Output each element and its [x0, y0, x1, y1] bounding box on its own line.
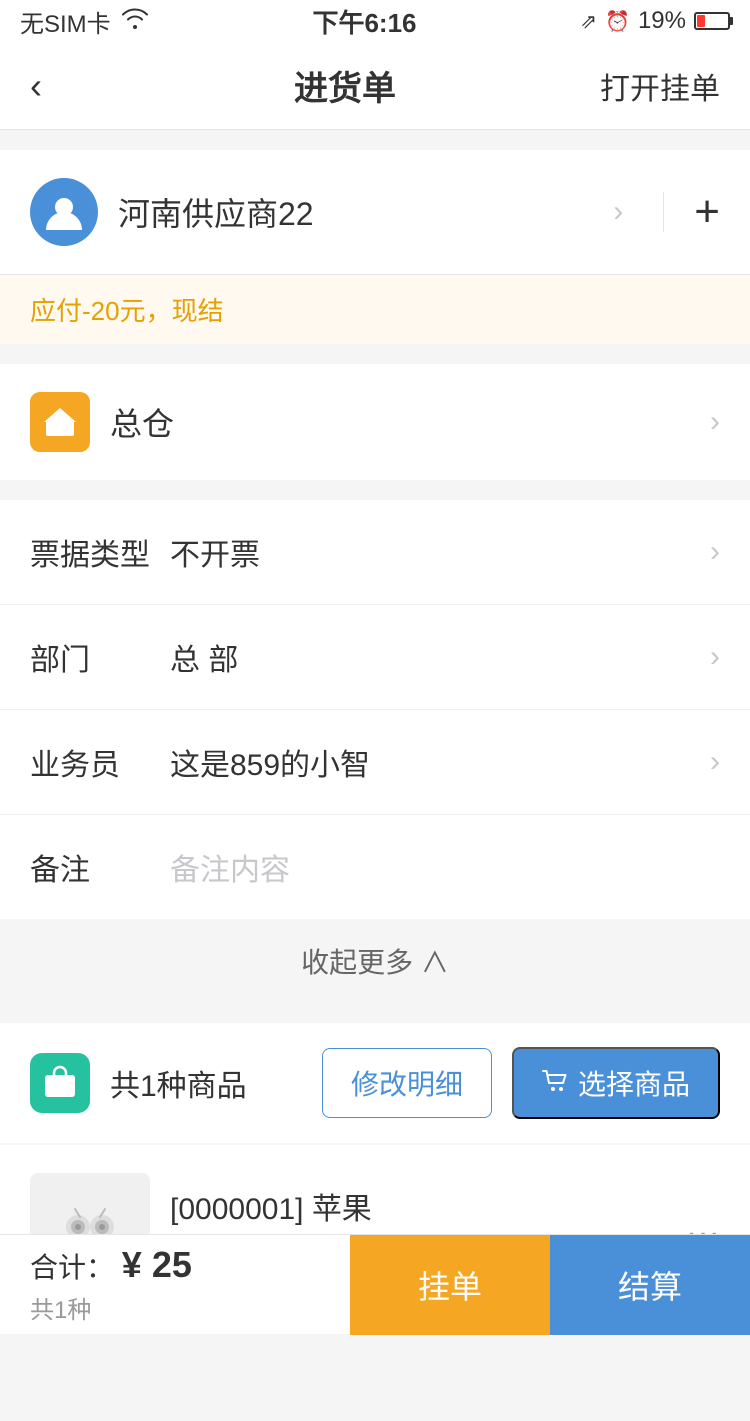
product-title: 苹果: [312, 1193, 372, 1226]
back-button[interactable]: ‹: [30, 65, 90, 107]
total-line: 合计： ¥ 25: [30, 1244, 320, 1286]
products-header: 共1种商品 修改明细 选择商品: [0, 1023, 750, 1143]
open-hang-button[interactable]: 打开挂单: [600, 64, 720, 108]
product-name: [0000001] 苹果: [170, 1184, 666, 1228]
checkout-label: 结算: [618, 1262, 682, 1308]
supplier-arrow-icon: [613, 195, 623, 229]
warehouse-icon: [30, 392, 90, 452]
products-icon: [30, 1053, 90, 1113]
products-count: 共1种商品: [110, 1061, 302, 1105]
department-arrow-icon: [710, 640, 720, 674]
remark-input[interactable]: 备注内容: [170, 845, 720, 889]
edit-details-button[interactable]: 修改明细: [322, 1048, 492, 1118]
bottom-bar: 合计： ¥ 25 共1种 挂单 结算: [0, 1234, 750, 1334]
bottom-total: 合计： ¥ 25 共1种: [0, 1244, 350, 1325]
supplier-section: 河南供应商22 + 应付-20元，现结: [0, 150, 750, 344]
supplier-add-button[interactable]: +: [694, 190, 720, 234]
salesperson-label: 业务员: [30, 740, 170, 784]
remark-label: 备注: [30, 845, 170, 889]
salesperson-value: 这是859的小智: [170, 740, 700, 784]
collapse-bar[interactable]: 收起更多 ∧: [0, 919, 750, 1003]
warehouse-section[interactable]: 总仓: [0, 364, 750, 480]
department-label: 部门: [30, 635, 170, 679]
form-section: 票据类型 不开票 部门 总 部 业务员 这是859的小智 备注 备注内容: [0, 500, 750, 919]
divider-1: [0, 130, 750, 150]
status-time: 下午6:16: [312, 3, 416, 40]
select-cart-icon: [542, 1067, 570, 1099]
battery-icon: [694, 12, 730, 30]
invoice-type-arrow-icon: [710, 535, 720, 569]
select-products-button[interactable]: 选择商品: [512, 1047, 720, 1119]
bottom-space: [0, 1321, 750, 1421]
product-code: [0000001]: [170, 1193, 303, 1226]
invoice-type-value: 不开票: [170, 530, 700, 574]
warning-bar: 应付-20元，现结: [0, 275, 750, 344]
total-amount: ¥ 25: [122, 1244, 192, 1285]
warehouse-row[interactable]: 总仓: [0, 364, 750, 480]
invoice-type-row[interactable]: 票据类型 不开票: [0, 500, 750, 605]
battery-percent: 19%: [638, 7, 686, 35]
warehouse-arrow-icon: [710, 405, 720, 439]
warehouse-name: 总仓: [110, 399, 710, 445]
department-value: 总 部: [170, 635, 700, 679]
alarm-icon: ⏰: [605, 9, 630, 34]
status-left: 无SIM卡: [20, 4, 149, 39]
checkout-button[interactable]: 结算: [550, 1235, 750, 1335]
select-products-label: 选择商品: [578, 1063, 690, 1103]
nav-bar: ‹ 进货单 打开挂单: [0, 42, 750, 130]
status-bar: 无SIM卡 下午6:16 ⇗ ⏰ 19%: [0, 0, 750, 42]
collapse-text: 收起更多 ∧: [301, 947, 449, 978]
location-icon: ⇗: [580, 9, 597, 34]
supplier-name: 河南供应商22: [118, 189, 613, 235]
remark-row[interactable]: 备注 备注内容: [0, 815, 750, 919]
total-sub: 共1种: [30, 1290, 320, 1325]
wifi-icon: [121, 7, 149, 36]
warning-text: 应付-20元，现结: [30, 296, 224, 326]
invoice-type-label: 票据类型: [30, 530, 170, 574]
avatar-icon: [30, 178, 98, 246]
salesperson-row[interactable]: 业务员 这是859的小智: [0, 710, 750, 815]
divider-2: [0, 344, 750, 364]
status-right: ⇗ ⏰ 19%: [580, 7, 730, 35]
salesperson-arrow-icon: [710, 745, 720, 779]
hang-button[interactable]: 挂单: [350, 1235, 550, 1335]
carrier-text: 无SIM卡: [20, 4, 111, 39]
page-title: 进货单: [294, 61, 396, 110]
supplier-row: 河南供应商22 +: [0, 150, 750, 275]
vertical-divider: [663, 192, 664, 232]
department-row[interactable]: 部门 总 部: [0, 605, 750, 710]
hang-label: 挂单: [418, 1262, 482, 1308]
total-label: 合计：: [30, 1252, 114, 1283]
supplier-avatar: [30, 178, 98, 246]
